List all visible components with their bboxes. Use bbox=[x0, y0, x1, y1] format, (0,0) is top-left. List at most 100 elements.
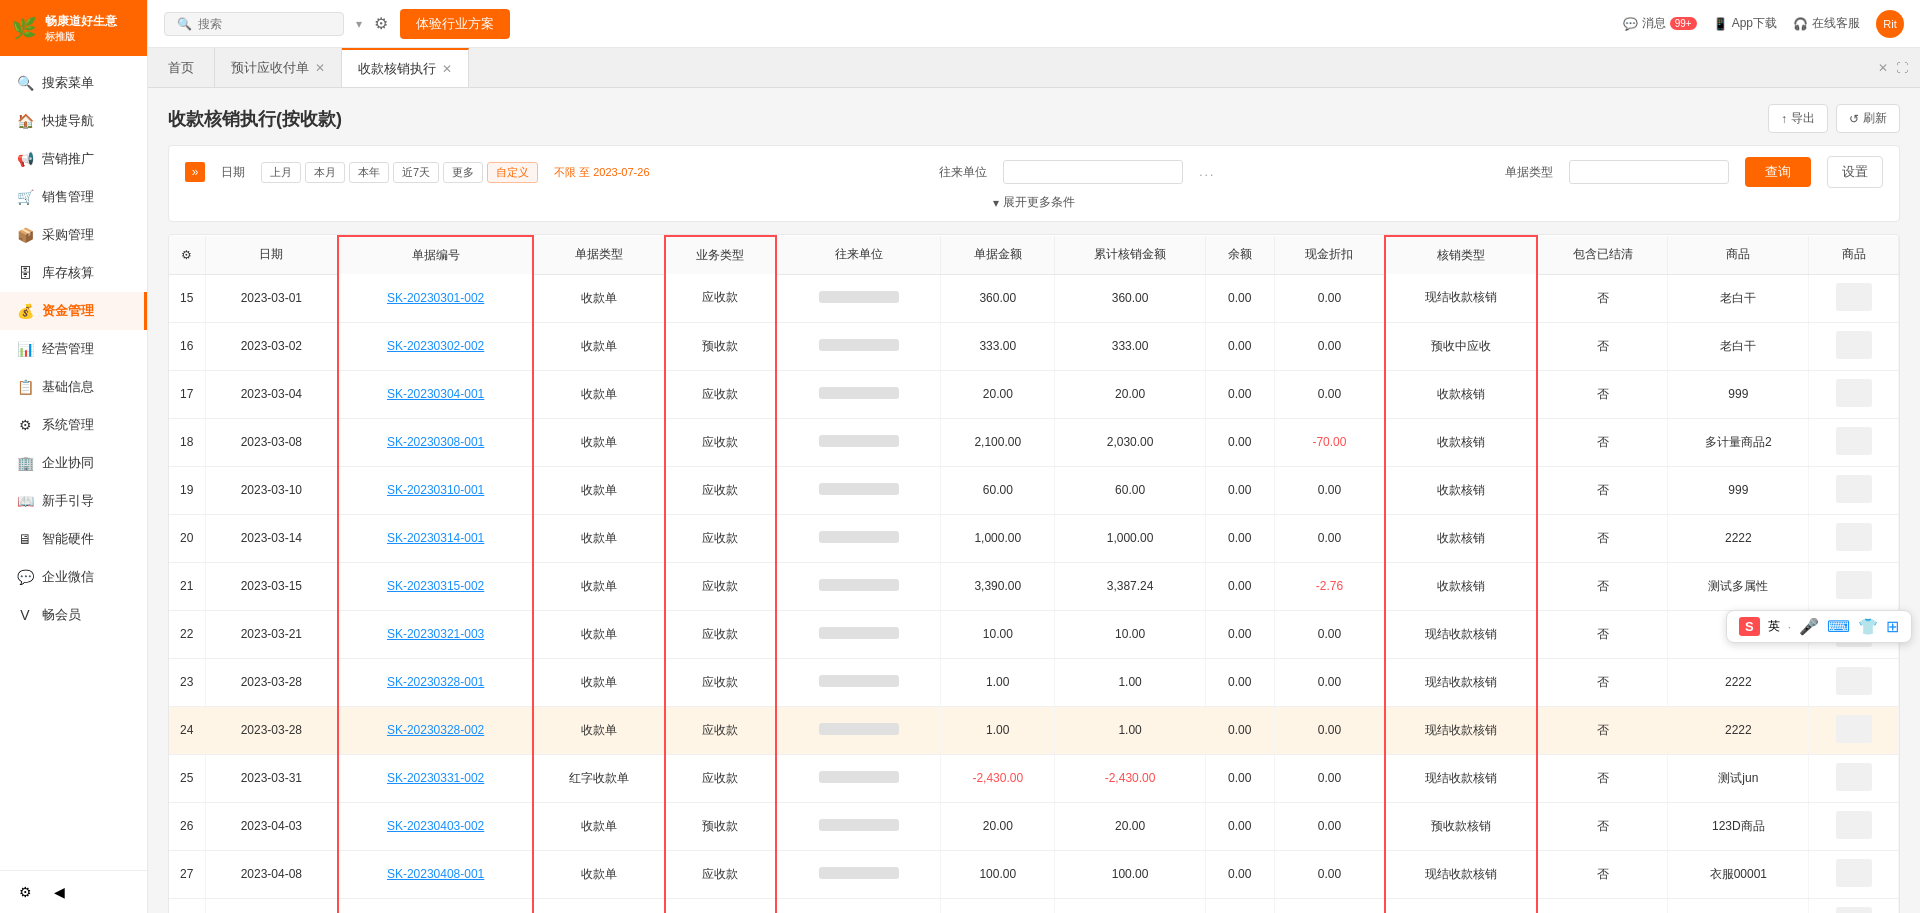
cell-partner bbox=[776, 898, 941, 913]
sidebar-item-inventory[interactable]: 🗄库存核算 bbox=[0, 254, 147, 292]
bill-no-link[interactable]: SK-20230315-002 bbox=[387, 579, 484, 593]
message-item[interactable]: 💬 消息 99+ bbox=[1623, 15, 1697, 32]
search-input[interactable] bbox=[198, 17, 318, 31]
collapse-icon[interactable]: ◀ bbox=[50, 883, 68, 901]
cell-settled: 否 bbox=[1537, 274, 1668, 322]
sidebar-item-member[interactable]: V畅会员 bbox=[0, 596, 147, 634]
bill-no-link[interactable]: SK-20230302-002 bbox=[387, 339, 484, 353]
close-tab-icon[interactable]: ✕ bbox=[1878, 61, 1888, 75]
partner-input[interactable] bbox=[1003, 160, 1183, 184]
sidebar-item-search[interactable]: 🔍搜索菜单 bbox=[0, 64, 147, 102]
bill-no-link[interactable]: SK-20230314-001 bbox=[387, 531, 484, 545]
table-row: 15 2023-03-01 SK-20230301-002 收款单 应收款 36… bbox=[169, 274, 1899, 322]
grid-icon[interactable]: ⊞ bbox=[1886, 617, 1899, 636]
cell-no: 15 bbox=[169, 274, 205, 322]
mic-icon[interactable]: 🎤 bbox=[1799, 617, 1819, 636]
cell-goods1: 衣服00001 bbox=[1668, 850, 1809, 898]
date-btn-this-month[interactable]: 本月 bbox=[305, 162, 345, 183]
query-button[interactable]: 查询 bbox=[1745, 157, 1811, 187]
expand-conditions[interactable]: ▾ 展开更多条件 bbox=[185, 188, 1883, 211]
purchase-icon: 📦 bbox=[16, 226, 34, 244]
cell-biz-type: 应收款 bbox=[665, 274, 776, 322]
cell-discount: 0.00 bbox=[1274, 610, 1385, 658]
cell-verified: 333.00 bbox=[1055, 322, 1205, 370]
cell-date: 2023-03-01 bbox=[205, 274, 338, 322]
expand-tab-icon[interactable]: ⛶ bbox=[1896, 61, 1908, 75]
topbar-search-box[interactable]: 🔍 bbox=[164, 12, 344, 36]
guide-icon: 📖 bbox=[16, 492, 34, 510]
refresh-button[interactable]: ↺ 刷新 bbox=[1836, 104, 1900, 133]
date-btn-custom[interactable]: 自定义 bbox=[487, 162, 538, 183]
bill-no-link[interactable]: SK-20230308-001 bbox=[387, 435, 484, 449]
col-goods2: 商品 bbox=[1809, 236, 1899, 274]
cell-biz-type: 应收款 bbox=[665, 418, 776, 466]
sidebar-item-label: 销售管理 bbox=[42, 188, 94, 206]
expand-label: 展开更多条件 bbox=[1003, 194, 1075, 211]
cell-verified: 10.00 bbox=[1055, 610, 1205, 658]
sidebar-item-hardware[interactable]: 🖥智能硬件 bbox=[0, 520, 147, 558]
floating-text: 英 bbox=[1768, 618, 1780, 635]
cell-bill-no: SK-20230328-001 bbox=[338, 658, 533, 706]
app-download-item[interactable]: 📱 App下载 bbox=[1713, 15, 1777, 32]
cell-date: 2023-03-08 bbox=[205, 418, 338, 466]
sidebar-item-operation[interactable]: 📊经营管理 bbox=[0, 330, 147, 368]
logo-icon: 🌿 bbox=[12, 16, 37, 40]
date-btn-this-year[interactable]: 本年 bbox=[349, 162, 389, 183]
bill-no-link[interactable]: SK-20230328-002 bbox=[387, 723, 484, 737]
cell-verified: 100.00 bbox=[1055, 898, 1205, 913]
bill-no-link[interactable]: SK-20230301-002 bbox=[387, 291, 484, 305]
cell-amount: 10.00 bbox=[941, 610, 1055, 658]
sidebar-item-finance[interactable]: 💰资金管理 bbox=[0, 292, 147, 330]
keyboard-icon[interactable]: ⌨ bbox=[1827, 617, 1850, 636]
bill-no-link[interactable]: SK-20230328-001 bbox=[387, 675, 484, 689]
page-title-row: 收款核销执行(按收款) ↑ 导出 ↺ 刷新 bbox=[168, 104, 1900, 133]
sidebar-item-system[interactable]: ⚙系统管理 bbox=[0, 406, 147, 444]
table-row: 16 2023-03-02 SK-20230302-002 收款单 预收款 33… bbox=[169, 322, 1899, 370]
bill-no-link[interactable]: SK-20230331-002 bbox=[387, 771, 484, 785]
tab-pre-receipt-label: 预计应收付单 bbox=[231, 59, 309, 77]
settings-button[interactable]: 设置 bbox=[1827, 156, 1883, 188]
cell-verified: 2,030.00 bbox=[1055, 418, 1205, 466]
service-item[interactable]: 🎧 在线客服 bbox=[1793, 15, 1860, 32]
hardware-icon: 🖥 bbox=[16, 530, 34, 548]
tab-receipt-exec-close[interactable]: ✕ bbox=[442, 62, 452, 76]
bill-no-link[interactable]: SK-20230403-002 bbox=[387, 819, 484, 833]
tab-pre-receipt-close[interactable]: ✕ bbox=[315, 61, 325, 75]
cell-partner bbox=[776, 466, 941, 514]
tab-receipt-exec[interactable]: 收款核销执行 ✕ bbox=[342, 48, 469, 87]
bill-no-link[interactable]: SK-20230310-001 bbox=[387, 483, 484, 497]
settings-icon[interactable]: ⚙ bbox=[16, 883, 34, 901]
bill-no-link[interactable]: SK-20230321-003 bbox=[387, 627, 484, 641]
sidebar-item-purchase[interactable]: 📦采购管理 bbox=[0, 216, 147, 254]
cell-biz-type: 应收款 bbox=[665, 898, 776, 913]
dropdown-arrow[interactable]: ▾ bbox=[356, 17, 362, 31]
sidebar-item-sales[interactable]: 🛒销售管理 bbox=[0, 178, 147, 216]
sidebar-item-marketing[interactable]: 📢营销推广 bbox=[0, 140, 147, 178]
sidebar-item-shortcut[interactable]: 🏠快捷导航 bbox=[0, 102, 147, 140]
sidebar-item-basic[interactable]: 📋基础信息 bbox=[0, 368, 147, 406]
date-btn-7days[interactable]: 近7天 bbox=[393, 162, 439, 183]
col-goods1: 商品 bbox=[1668, 236, 1809, 274]
date-btn-last-month[interactable]: 上月 bbox=[261, 162, 301, 183]
floating-brand: S bbox=[1739, 617, 1760, 636]
tab-home[interactable]: 首页 bbox=[148, 48, 215, 87]
export-button[interactable]: ↑ 导出 bbox=[1768, 104, 1828, 133]
cell-goods1: 2222 bbox=[1668, 658, 1809, 706]
col-settings[interactable]: ⚙ bbox=[169, 236, 205, 274]
solution-button[interactable]: 体验行业方案 bbox=[400, 9, 510, 39]
sidebar-item-guide[interactable]: 📖新手引导 bbox=[0, 482, 147, 520]
table-row: 22 2023-03-21 SK-20230321-003 收款单 应收款 10… bbox=[169, 610, 1899, 658]
gear-icon[interactable]: ⚙ bbox=[374, 14, 388, 33]
voucher-type-select[interactable] bbox=[1569, 160, 1729, 184]
tab-pre-receipt[interactable]: 预计应收付单 ✕ bbox=[215, 48, 342, 87]
date-btn-more[interactable]: 更多 bbox=[443, 162, 483, 183]
sidebar-item-enterprise[interactable]: 🏢企业协同 bbox=[0, 444, 147, 482]
sidebar-item-wechat[interactable]: 💬企业微信 bbox=[0, 558, 147, 596]
bill-no-link[interactable]: SK-20230304-001 bbox=[387, 387, 484, 401]
shirt-icon[interactable]: 👕 bbox=[1858, 617, 1878, 636]
col-balance: 余额 bbox=[1205, 236, 1274, 274]
col-date: 日期 bbox=[205, 236, 338, 274]
bill-no-link[interactable]: SK-20230408-001 bbox=[387, 867, 484, 881]
filter-expand-button[interactable]: » bbox=[185, 162, 205, 182]
user-avatar[interactable]: Rit bbox=[1876, 10, 1904, 38]
